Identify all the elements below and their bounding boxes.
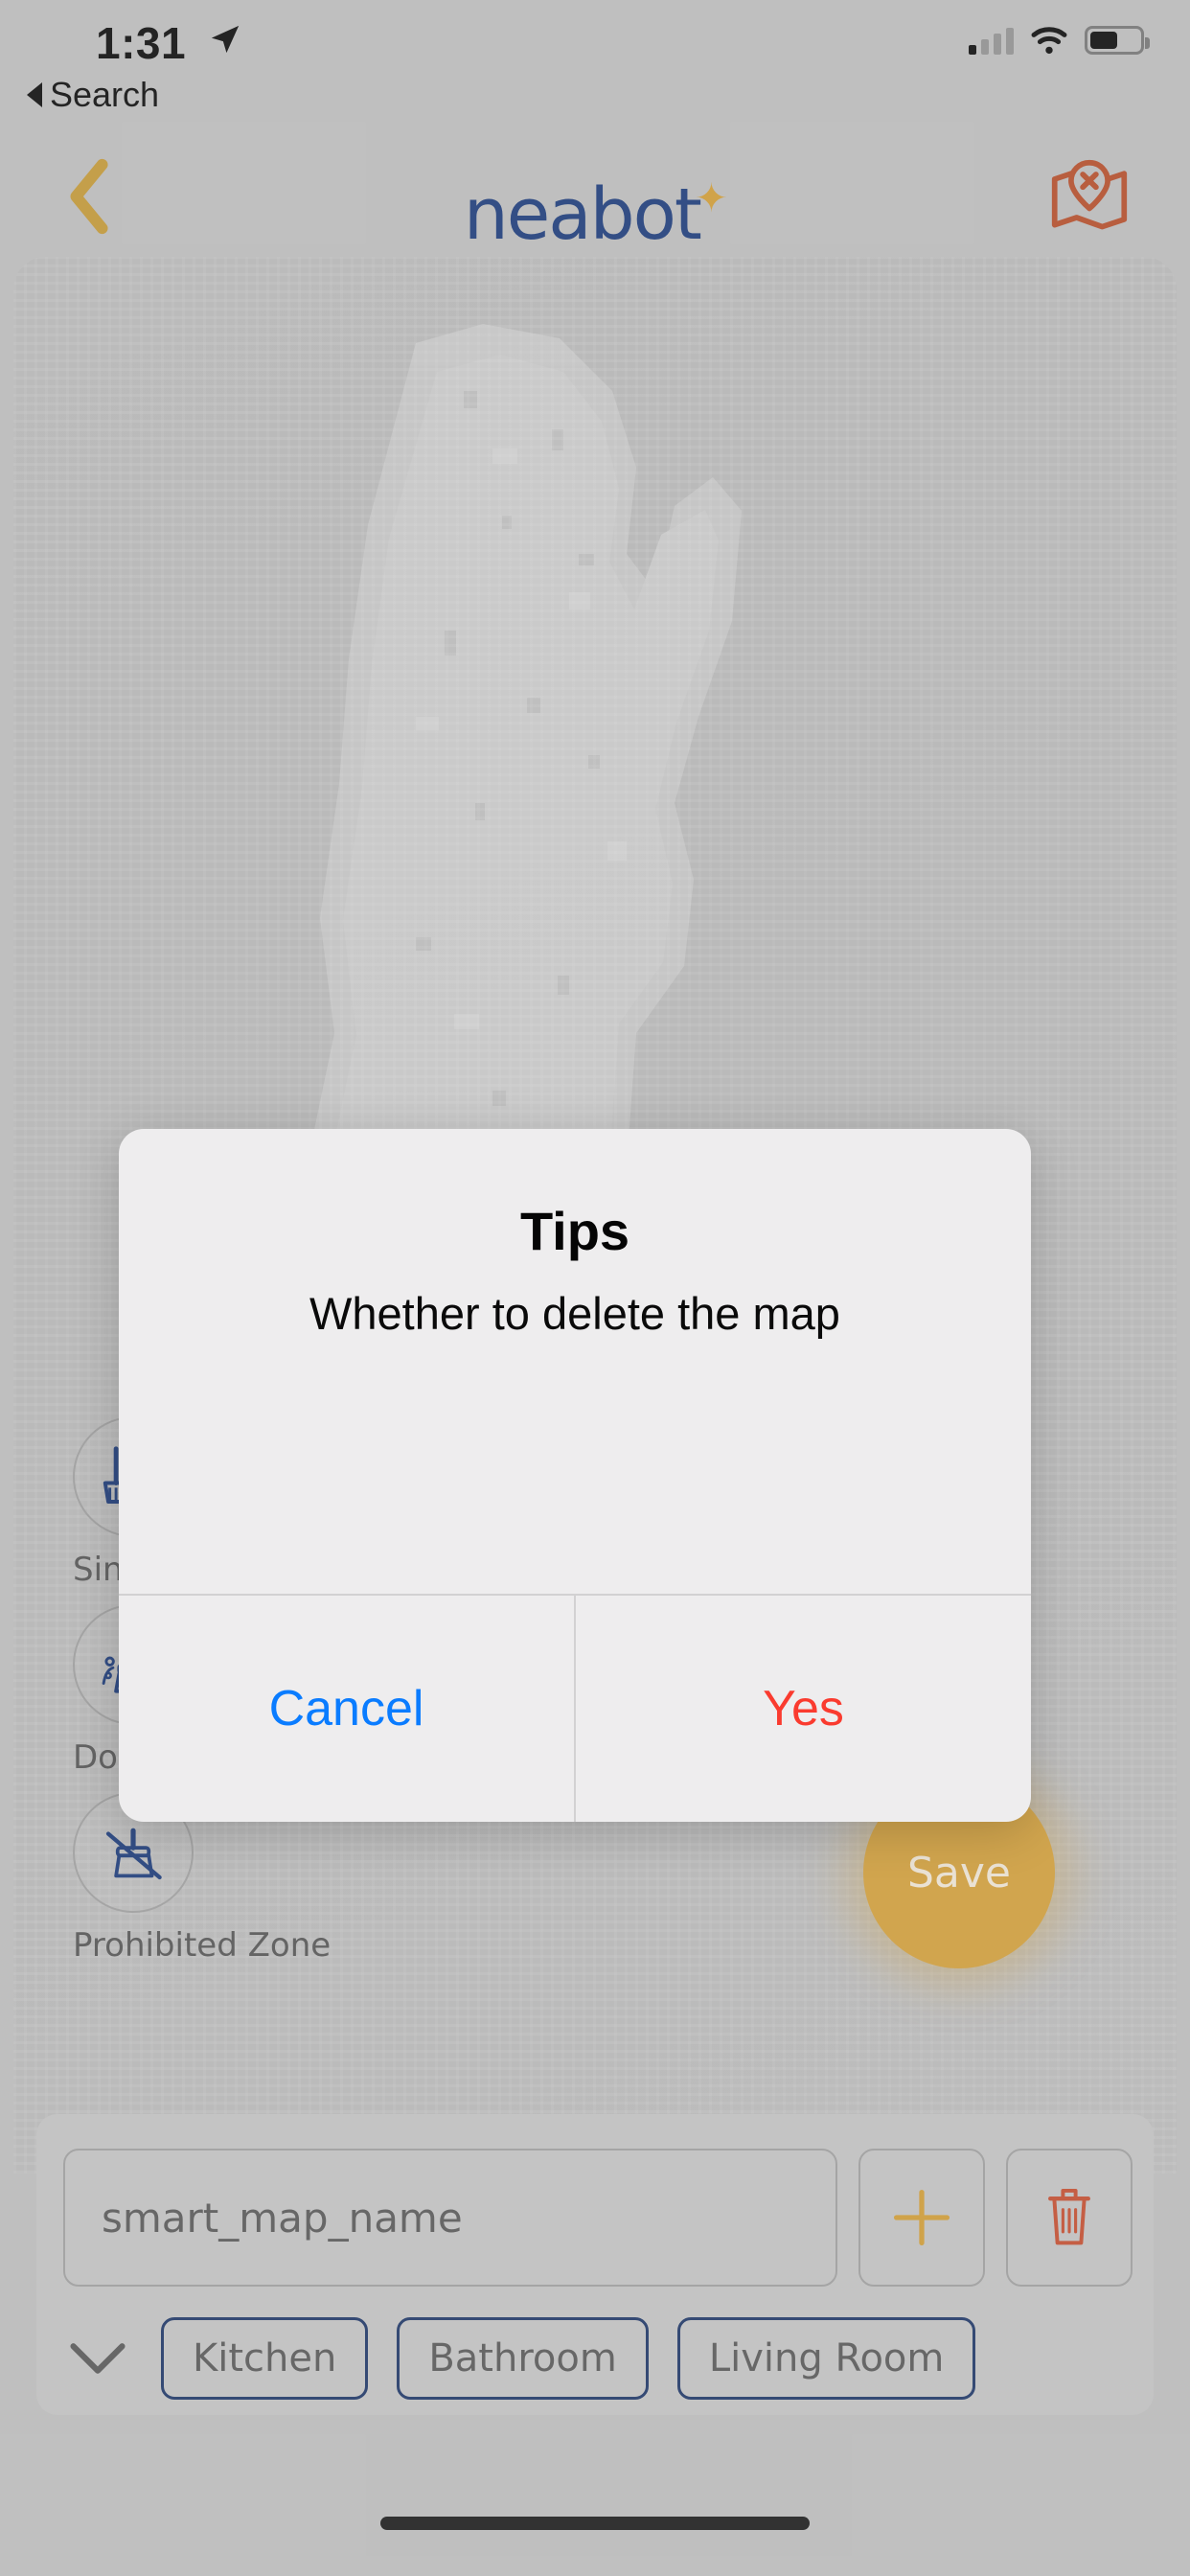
app-screen: 1:31 Search neabot✦ Prohibited Zone Save…: [0, 0, 1190, 2576]
dialog-title: Tips: [519, 1201, 630, 1261]
tips-dialog: Tips Whether to delete the map Cancel Ye…: [119, 1129, 1031, 1822]
dialog-confirm-button[interactable]: Yes: [576, 1596, 1031, 1822]
dialog-message: Whether to delete the map: [309, 1288, 840, 1339]
dialog-cancel-button[interactable]: Cancel: [119, 1596, 576, 1822]
dialog-actions: Cancel Yes: [119, 1594, 1031, 1822]
